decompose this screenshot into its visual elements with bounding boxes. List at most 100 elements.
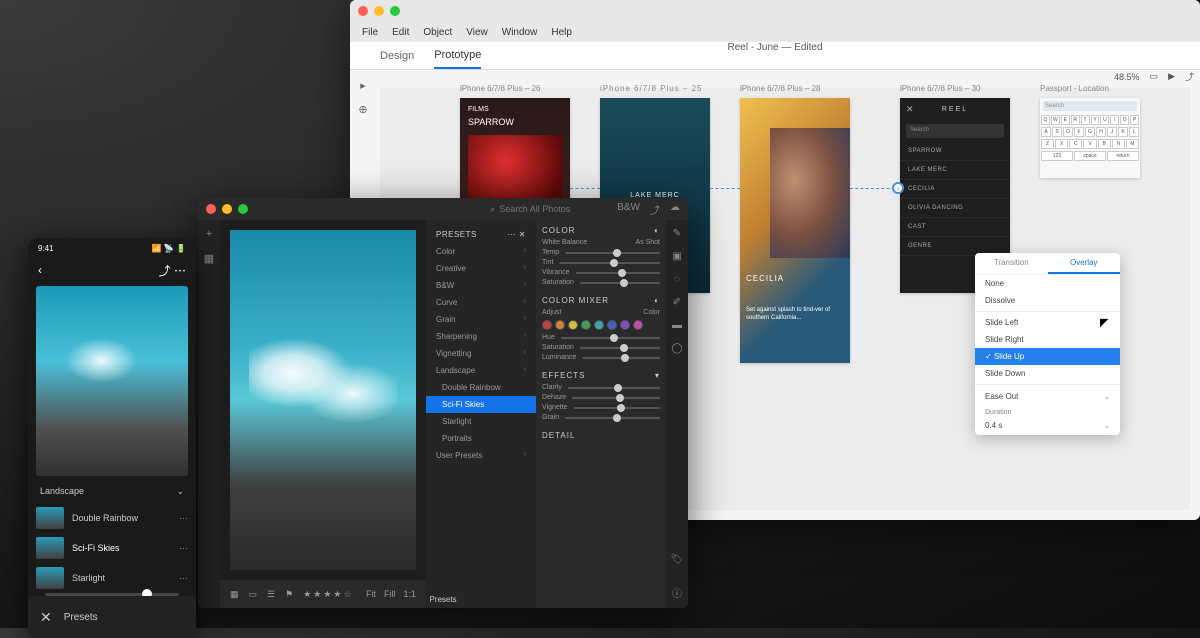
- slider-row[interactable]: Hue: [542, 334, 660, 341]
- keyboard-key[interactable]: P: [1130, 115, 1139, 125]
- preset-item[interactable]: Double Rainbow: [426, 379, 536, 396]
- keyboard-key[interactable]: H: [1096, 127, 1106, 137]
- keyboard-key[interactable]: V: [1083, 139, 1096, 149]
- color-swatch[interactable]: [568, 320, 578, 330]
- color-swatch[interactable]: [581, 320, 591, 330]
- mixer-mode[interactable]: Color: [643, 309, 660, 316]
- cloud-icon[interactable]: ☁: [670, 202, 680, 217]
- keyboard-key[interactable]: M: [1126, 139, 1139, 149]
- color-swatch[interactable]: [607, 320, 617, 330]
- share-icon[interactable]: ⤴: [1185, 70, 1194, 83]
- option-dissolve[interactable]: Dissolve: [975, 292, 1120, 309]
- preset-group[interactable]: Grain›: [426, 311, 536, 328]
- option-slide-left[interactable]: Slide Left: [975, 314, 1120, 331]
- search-input[interactable]: [499, 204, 599, 214]
- keyboard-key[interactable]: L: [1129, 127, 1139, 137]
- fit-button[interactable]: Fit: [366, 589, 376, 599]
- close-button[interactable]: [358, 6, 368, 16]
- compare-view-icon[interactable]: ☰: [267, 589, 275, 600]
- close-icon[interactable]: ✕: [40, 609, 52, 626]
- toggle-icon[interactable]: ◐: [654, 296, 660, 305]
- crop-icon[interactable]: ▣: [672, 251, 681, 262]
- edit-icon[interactable]: ✎: [673, 228, 681, 239]
- option-slide-right[interactable]: Slide Right: [975, 331, 1120, 348]
- keyboard-key[interactable]: B: [1098, 139, 1111, 149]
- tab-overlay[interactable]: Overlay: [1048, 253, 1121, 274]
- keyboard-key[interactable]: J: [1107, 127, 1117, 137]
- preset-group[interactable]: Creative›: [426, 260, 536, 277]
- slider-row[interactable]: Temp: [542, 249, 660, 256]
- device-preview-icon[interactable]: ▭: [1150, 71, 1159, 82]
- tab-prototype[interactable]: Prototype: [434, 43, 481, 69]
- menu-file[interactable]: File: [362, 27, 378, 38]
- list-item[interactable]: SPARROW: [900, 142, 1010, 161]
- artboard-5[interactable]: Passport - Location Search QWERTYUIOPASD…: [1040, 98, 1140, 178]
- easing-select[interactable]: Ease Out⌄: [975, 387, 1120, 406]
- close-button[interactable]: [206, 204, 216, 214]
- share-icon[interactable]: ⤴: [650, 202, 660, 217]
- prototype-wire[interactable]: [710, 188, 740, 189]
- keyboard-key[interactable]: A: [1041, 127, 1051, 137]
- xd-titlebar[interactable]: [350, 0, 1200, 22]
- slider-row[interactable]: Tint: [542, 259, 660, 266]
- toggle-icon[interactable]: ◐: [654, 226, 660, 235]
- select-tool-icon[interactable]: ▸: [356, 78, 370, 92]
- color-swatch[interactable]: [542, 320, 552, 330]
- keyboard-key[interactable]: U: [1100, 115, 1109, 125]
- zoom-tool-icon[interactable]: ⊕: [356, 102, 370, 116]
- search-bar[interactable]: ⌕: [490, 204, 599, 215]
- keyboard-key[interactable]: I: [1110, 115, 1119, 125]
- main-image[interactable]: [230, 230, 416, 570]
- info-icon[interactable]: ⓘ: [672, 585, 682, 600]
- keyboard-key[interactable]: E: [1061, 115, 1070, 125]
- color-swatch[interactable]: [594, 320, 604, 330]
- prototype-wire[interactable]: [570, 188, 600, 189]
- keyboard-key[interactable]: S: [1052, 127, 1062, 137]
- grid-view-icon[interactable]: ▦: [230, 589, 239, 600]
- preset-group[interactable]: B&W›: [426, 277, 536, 294]
- maximize-button[interactable]: [390, 6, 400, 16]
- bw-badge[interactable]: B&W: [617, 202, 640, 217]
- preset-item[interactable]: Portraits: [426, 430, 536, 447]
- keyboard-key[interactable]: 123: [1041, 151, 1073, 161]
- keyboard-key[interactable]: Y: [1091, 115, 1100, 125]
- keyboard-key[interactable]: O: [1120, 115, 1129, 125]
- linear-gradient-icon[interactable]: ▬: [672, 320, 682, 331]
- menu-object[interactable]: Object: [423, 27, 452, 38]
- radial-gradient-icon[interactable]: ◯: [671, 343, 682, 354]
- ratio-button[interactable]: 1:1: [403, 589, 416, 599]
- wb-value[interactable]: As Shot: [635, 239, 660, 246]
- preset-item[interactable]: Starlight: [426, 413, 536, 430]
- duration-select[interactable]: 0.4 s⌄: [975, 416, 1120, 435]
- fill-button[interactable]: Fill: [384, 589, 396, 599]
- add-icon[interactable]: +: [206, 228, 212, 240]
- phone-image[interactable]: [36, 286, 188, 476]
- slider-row[interactable]: Saturation: [542, 344, 660, 351]
- more-icon[interactable]: ⤴ ⋯: [159, 262, 186, 279]
- preset-group[interactable]: Curve›: [426, 294, 536, 311]
- collapse-icon[interactable]: ▾: [655, 371, 660, 380]
- slider-row[interactable]: Saturation: [542, 279, 660, 286]
- list-item[interactable]: OLIVIA DANCING: [900, 199, 1010, 218]
- keyboard-key[interactable]: space: [1074, 151, 1106, 161]
- menu-view[interactable]: View: [466, 27, 488, 38]
- preset-item[interactable]: Sci-Fi Skies: [426, 396, 536, 413]
- preset-group[interactable]: Landscape›: [426, 362, 536, 379]
- keyboard-key[interactable]: G: [1085, 127, 1095, 137]
- keyboard-key[interactable]: Z: [1041, 139, 1054, 149]
- play-icon[interactable]: ▶: [1168, 71, 1175, 82]
- phone-category[interactable]: Landscape⌄: [28, 480, 196, 503]
- preset-group[interactable]: Vignetting›: [426, 345, 536, 362]
- slider-row[interactable]: Vignette: [542, 404, 660, 411]
- maximize-button[interactable]: [238, 204, 248, 214]
- flag-icon[interactable]: ⚑: [285, 589, 293, 600]
- keyboard-key[interactable]: X: [1055, 139, 1068, 149]
- color-swatch[interactable]: [620, 320, 630, 330]
- menu-edit[interactable]: Edit: [392, 27, 409, 38]
- keyboard-key[interactable]: D: [1063, 127, 1073, 137]
- list-item[interactable]: CAST: [900, 218, 1010, 237]
- search-field[interactable]: Search: [906, 124, 1004, 138]
- more-icon[interactable]: ⋯ ✕: [508, 230, 526, 239]
- photos-icon[interactable]: ▦: [204, 252, 214, 265]
- rating-stars[interactable]: ★★★★☆: [303, 589, 353, 600]
